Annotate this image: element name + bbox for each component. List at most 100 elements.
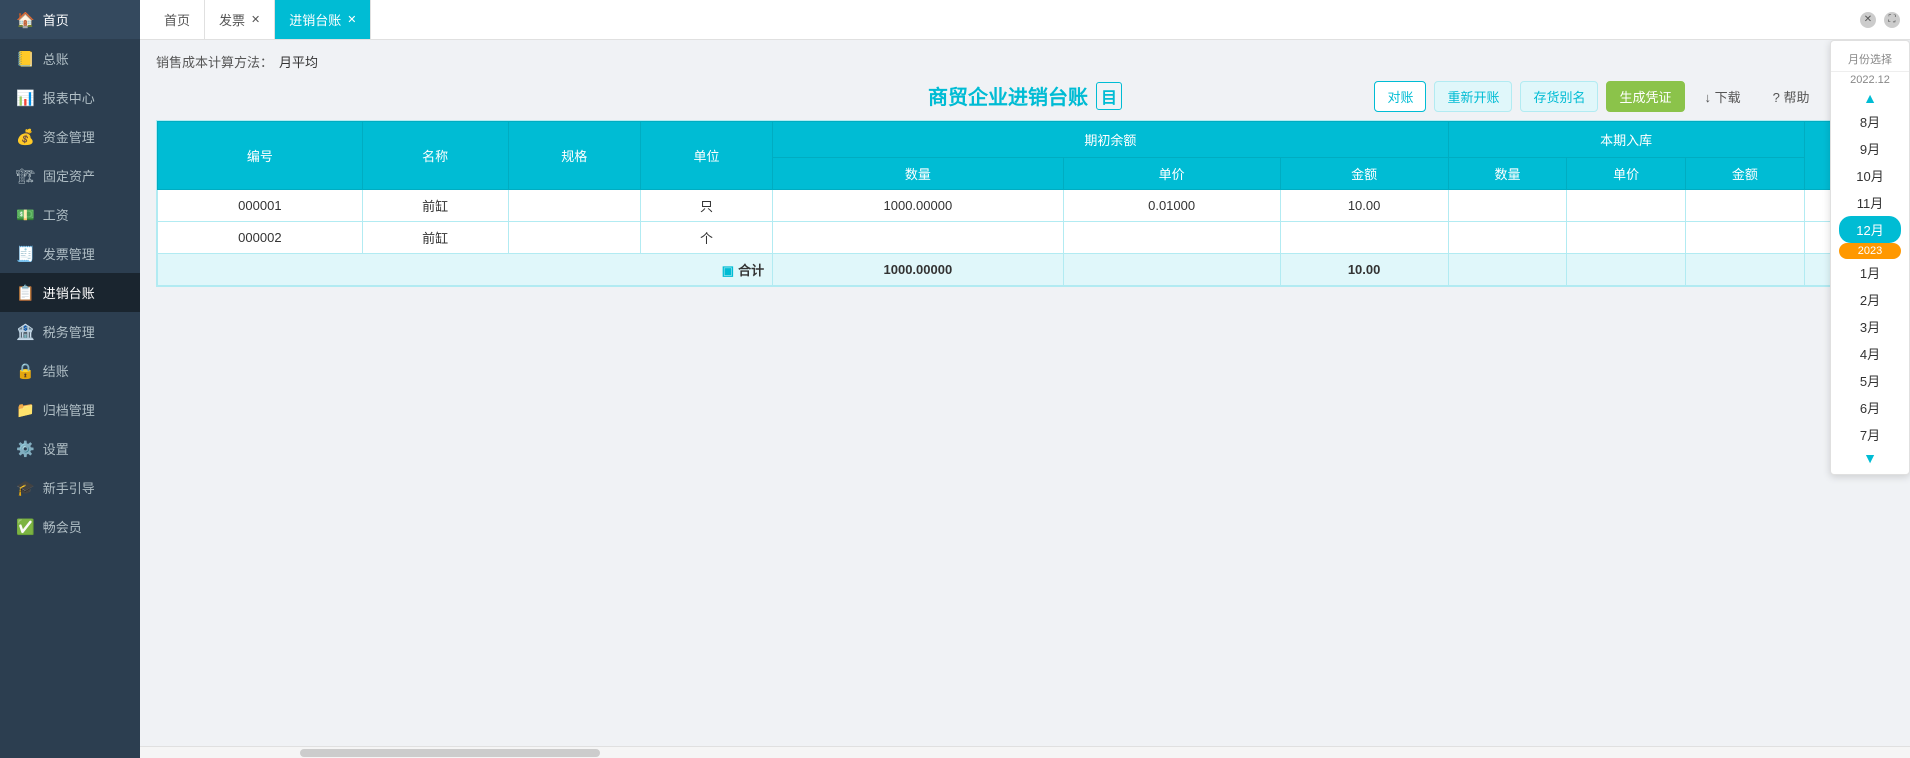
sidebar-item-guide[interactable]: 🎓 新手引导 bbox=[0, 468, 140, 507]
month-panel-title: 月份选择 bbox=[1831, 47, 1909, 72]
month-item-4[interactable]: 4月 bbox=[1831, 340, 1909, 367]
sidebar-item-fixed-assets[interactable]: 🏗 固定资产 bbox=[0, 156, 140, 195]
sidebar-item-payroll[interactable]: 💵 工资 bbox=[0, 195, 140, 234]
cell-unit: 只 bbox=[640, 190, 772, 222]
sidebar-item-close[interactable]: 🔒 结账 bbox=[0, 351, 140, 390]
month-next-button[interactable]: ▼ bbox=[1831, 448, 1909, 468]
col-sub-opening-qty: 数量 bbox=[773, 158, 1064, 190]
month-item-5[interactable]: 5月 bbox=[1831, 367, 1909, 394]
cell-opening-price: 0.01000 bbox=[1063, 190, 1280, 222]
inventory-icon: 📋 bbox=[16, 284, 35, 302]
vip-icon: ✅ bbox=[16, 518, 35, 536]
sidebar-item-archive[interactable]: 📁 归档管理 bbox=[0, 390, 140, 429]
help-button[interactable]: ? 帮助 bbox=[1761, 82, 1822, 111]
month-item-6[interactable]: 6月 bbox=[1831, 394, 1909, 421]
horizontal-scrollbar[interactable] bbox=[140, 746, 1910, 758]
cell-spec bbox=[508, 222, 640, 254]
settings-icon: ⚙️ bbox=[16, 440, 35, 458]
month-item-7[interactable]: 7月 bbox=[1831, 421, 1909, 448]
sidebar-item-inventory[interactable]: 📋 进销台账 bbox=[0, 273, 140, 312]
sidebar-item-label: 固定资产 bbox=[43, 166, 95, 185]
sidebar-item-reports[interactable]: 📊 报表中心 bbox=[0, 78, 140, 117]
scroll-thumb[interactable] bbox=[300, 749, 600, 757]
sidebar-item-settings[interactable]: ⚙️ 设置 bbox=[0, 429, 140, 468]
tax-icon: 🏦 bbox=[16, 323, 35, 341]
month-item-11[interactable]: 11月 bbox=[1831, 189, 1909, 216]
month-item-3[interactable]: 3月 bbox=[1831, 313, 1909, 340]
month-item-2[interactable]: 2月 bbox=[1831, 286, 1909, 313]
main-content: 首页 发票 ✕ 进销台账 ✕ ✕ ⛶ 销售成本计算方法： 月平均 商贸企业进销台… bbox=[140, 0, 1910, 758]
tab-invoice-close[interactable]: ✕ bbox=[251, 13, 260, 26]
sidebar-item-label: 结账 bbox=[43, 361, 69, 380]
tab-inventory-close[interactable]: ✕ bbox=[347, 13, 356, 26]
action-bar: 对账 重新开账 存货别名 生成凭证 ↓ 下载 ? 帮助 ↻ 刷新 bbox=[1374, 81, 1894, 112]
sidebar-item-label: 工资 bbox=[43, 205, 69, 224]
col-sub-inbound-qty: 数量 bbox=[1448, 158, 1567, 190]
month-item-10[interactable]: 10月 bbox=[1831, 162, 1909, 189]
sidebar-item-label: 归档管理 bbox=[43, 400, 95, 419]
funds-icon: 💰 bbox=[16, 128, 35, 146]
meta-row: 销售成本计算方法： 月平均 bbox=[156, 52, 1894, 71]
tab-inventory[interactable]: 进销台账 ✕ bbox=[275, 0, 371, 39]
col-header-spec: 规格 bbox=[508, 122, 640, 190]
cell-name: 前缸 bbox=[362, 222, 508, 254]
guide-icon: 🎓 bbox=[16, 479, 35, 497]
generate-voucher-button[interactable]: 生成凭证 bbox=[1606, 81, 1684, 112]
inventory-table-wrapper: 编号 名称 规格 单位 期初余额 本期入库 数 数量 单价 金额 数量 单价 bbox=[156, 120, 1894, 287]
month-item-9[interactable]: 9月 bbox=[1831, 135, 1909, 162]
sidebar-item-funds[interactable]: 💰 资金管理 bbox=[0, 117, 140, 156]
download-button[interactable]: ↓ 下载 bbox=[1693, 82, 1753, 111]
sidebar-item-home[interactable]: 🏠 首页 bbox=[0, 0, 140, 39]
sidebar-item-vip[interactable]: ✅ 畅会员 bbox=[0, 507, 140, 546]
total-inbound-amount bbox=[1686, 254, 1805, 286]
content-area: 销售成本计算方法： 月平均 商贸企业进销台账 目 对账 重新开账 存货别名 生成… bbox=[140, 40, 1910, 746]
save-as-button[interactable]: 存货别名 bbox=[1520, 81, 1598, 112]
month-prev-button[interactable]: ▲ bbox=[1831, 88, 1909, 108]
close-period-icon: 🔒 bbox=[16, 362, 35, 380]
sidebar-item-tax[interactable]: 🏦 税务管理 bbox=[0, 312, 140, 351]
cost-method-value: 月平均 bbox=[279, 52, 318, 71]
tab-bar: 首页 发票 ✕ 进销台账 ✕ ✕ ⛶ bbox=[140, 0, 1910, 40]
sidebar-item-label: 资金管理 bbox=[43, 127, 95, 146]
cell-inbound-price bbox=[1567, 222, 1686, 254]
col-header-name: 名称 bbox=[362, 122, 508, 190]
tab-inventory-label: 进销台账 bbox=[289, 10, 341, 29]
cost-method-label: 销售成本计算方法： bbox=[156, 52, 273, 71]
cell-inbound-qty bbox=[1448, 190, 1567, 222]
reopen-button[interactable]: 重新开账 bbox=[1434, 81, 1512, 112]
reconcile-button[interactable]: 对账 bbox=[1374, 81, 1426, 112]
col-header-opening: 期初余额 bbox=[773, 122, 1448, 158]
page-header: 商贸企业进销台账 目 对账 重新开账 存货别名 生成凭证 ↓ 下载 ? 帮助 ↻… bbox=[156, 81, 1894, 110]
window-close-button[interactable]: ✕ bbox=[1860, 12, 1876, 28]
tab-invoice[interactable]: 发票 ✕ bbox=[205, 0, 275, 39]
month-item-12[interactable]: 12月 bbox=[1839, 216, 1901, 243]
inventory-table: 编号 名称 规格 单位 期初余额 本期入库 数 数量 单价 金额 数量 单价 bbox=[157, 121, 1893, 286]
tab-invoice-label: 发票 bbox=[219, 10, 245, 29]
page-title-icon[interactable]: 目 bbox=[1096, 82, 1122, 110]
reports-icon: 📊 bbox=[16, 89, 35, 107]
window-maximize-button[interactable]: ⛶ bbox=[1884, 12, 1900, 28]
sidebar-item-invoice-mgmt[interactable]: 🧾 发票管理 bbox=[0, 234, 140, 273]
ledger-icon: 📒 bbox=[16, 50, 35, 68]
cell-opening-price bbox=[1063, 222, 1280, 254]
home-icon: 🏠 bbox=[16, 11, 35, 29]
cell-opening-qty bbox=[773, 222, 1064, 254]
month-item-8[interactable]: 8月 bbox=[1831, 108, 1909, 135]
cell-unit: 个 bbox=[640, 222, 772, 254]
col-sub-opening-amount: 金额 bbox=[1280, 158, 1448, 190]
sidebar-item-general-ledger[interactable]: 📒 总账 bbox=[0, 39, 140, 78]
month-item-1[interactable]: 1月 bbox=[1831, 259, 1909, 286]
month-year-2022: 2022.12 bbox=[1831, 72, 1909, 88]
window-controls: ✕ ⛶ bbox=[1860, 12, 1900, 28]
cell-inbound-amount bbox=[1686, 222, 1805, 254]
sidebar-item-label: 发票管理 bbox=[43, 244, 95, 263]
total-inbound-price bbox=[1567, 254, 1686, 286]
total-opening-qty: 1000.00000 bbox=[773, 254, 1064, 286]
cell-code: 000001 bbox=[158, 190, 363, 222]
archive-icon: 📁 bbox=[16, 401, 35, 419]
page-title: 商贸企业进销台账 目 bbox=[928, 81, 1122, 110]
total-inbound-qty bbox=[1448, 254, 1567, 286]
sidebar-item-label: 首页 bbox=[43, 10, 69, 29]
table-row: 000002 前缸 个 bbox=[158, 222, 1893, 254]
tab-home[interactable]: 首页 bbox=[150, 0, 205, 39]
